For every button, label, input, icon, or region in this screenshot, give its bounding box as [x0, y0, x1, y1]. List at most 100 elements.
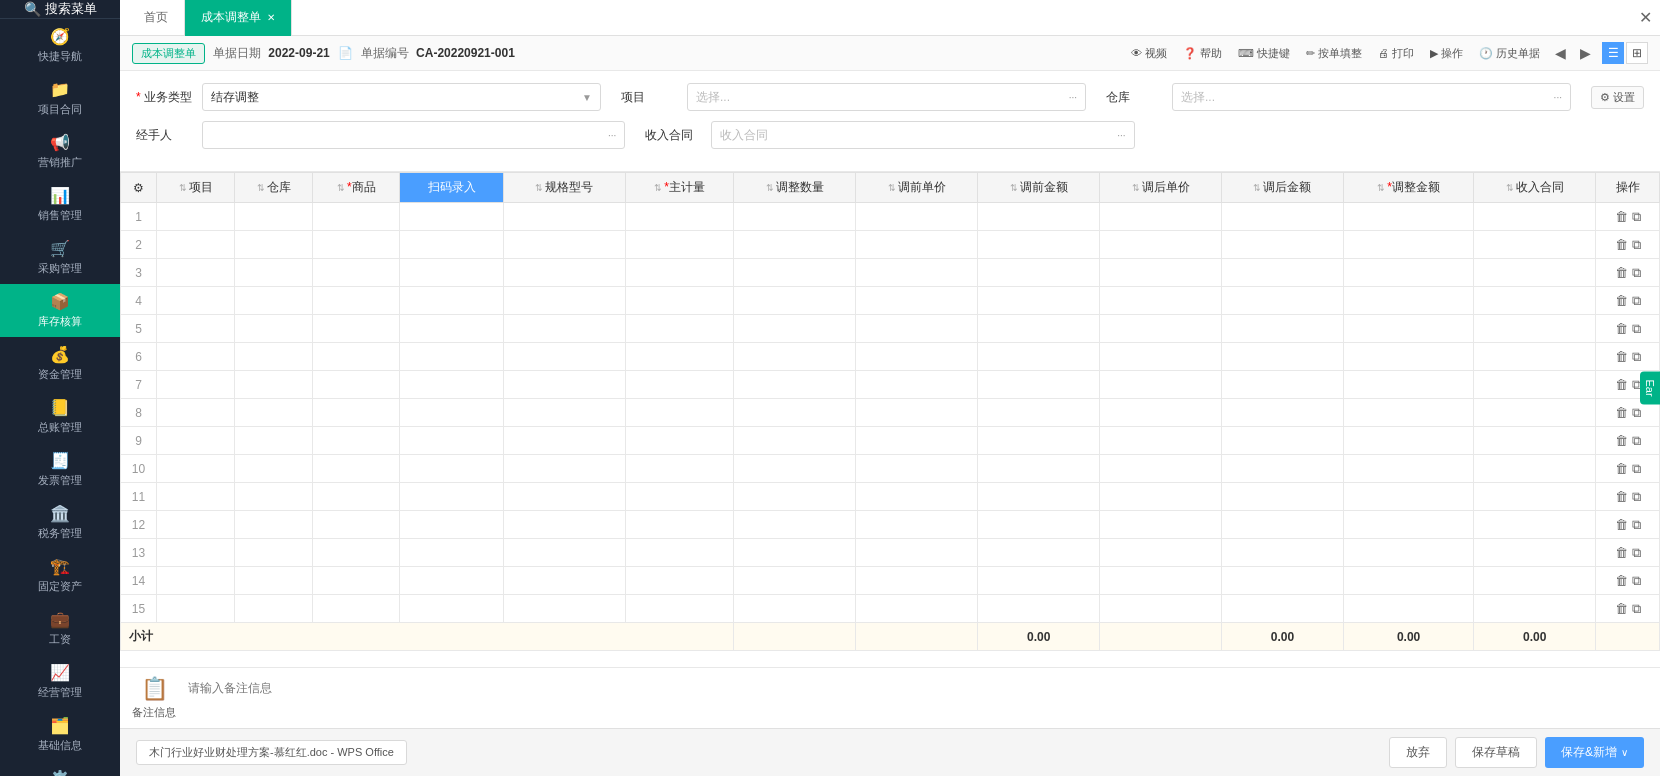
row-before-amount[interactable] [978, 231, 1100, 259]
row-adjust-qty[interactable] [734, 343, 856, 371]
row-copy-icon[interactable]: ⧉ [1632, 461, 1641, 477]
row-after-price[interactable] [1100, 427, 1222, 455]
row-warehouse[interactable] [235, 483, 313, 511]
operate-btn[interactable]: ▶ 操作 [1426, 44, 1467, 63]
row-spec[interactable] [503, 315, 625, 343]
row-delete-icon[interactable]: 🗑 [1615, 573, 1628, 588]
row-delete-icon[interactable]: 🗑 [1615, 601, 1628, 616]
row-unit[interactable] [625, 427, 734, 455]
row-delete-icon[interactable]: 🗑 [1615, 489, 1628, 504]
row-income-contract[interactable] [1474, 595, 1596, 623]
row-copy-icon[interactable]: ⧉ [1632, 265, 1641, 281]
row-before-amount[interactable] [978, 483, 1100, 511]
row-before-price[interactable] [856, 539, 978, 567]
tab-home[interactable]: 首页 [128, 0, 185, 36]
right-edge-tab[interactable]: Ear [1640, 371, 1660, 404]
row-spec[interactable] [503, 371, 625, 399]
row-copy-icon[interactable]: ⧉ [1632, 517, 1641, 533]
row-adjust-amount[interactable] [1343, 231, 1473, 259]
row-income-contract[interactable] [1474, 287, 1596, 315]
row-income-contract[interactable] [1474, 259, 1596, 287]
row-project[interactable] [157, 511, 235, 539]
row-adjust-qty[interactable] [734, 595, 856, 623]
row-before-price[interactable] [856, 455, 978, 483]
row-delete-icon[interactable]: 🗑 [1615, 349, 1628, 364]
row-after-price[interactable] [1100, 567, 1222, 595]
grid-view-btn[interactable]: ⊞ [1626, 42, 1648, 64]
row-adjust-qty[interactable] [734, 511, 856, 539]
nav-prev-btn[interactable]: ◀ [1552, 45, 1569, 61]
row-project[interactable] [157, 427, 235, 455]
row-warehouse[interactable] [235, 371, 313, 399]
row-project[interactable] [157, 567, 235, 595]
handler-input[interactable]: ··· [202, 121, 625, 149]
row-warehouse[interactable] [235, 567, 313, 595]
row-warehouse[interactable] [235, 511, 313, 539]
row-delete-icon[interactable]: 🗑 [1615, 461, 1628, 476]
row-after-price[interactable] [1100, 371, 1222, 399]
row-adjust-amount[interactable] [1343, 595, 1473, 623]
row-adjust-qty[interactable] [734, 455, 856, 483]
row-warehouse[interactable] [235, 203, 313, 231]
row-product[interactable] [313, 539, 400, 567]
row-before-amount[interactable] [978, 567, 1100, 595]
col-settings[interactable]: ⚙ [121, 173, 157, 203]
row-unit[interactable] [625, 567, 734, 595]
settings-button[interactable]: ⚙ 设置 [1591, 86, 1644, 109]
sidebar-item-salary[interactable]: 💼工资 [0, 602, 120, 655]
row-adjust-qty[interactable] [734, 399, 856, 427]
row-spec[interactable] [503, 511, 625, 539]
row-after-price[interactable] [1100, 231, 1222, 259]
shortcut-btn[interactable]: ⌨ 快捷键 [1234, 44, 1294, 63]
row-spec[interactable] [503, 595, 625, 623]
row-warehouse[interactable] [235, 539, 313, 567]
row-delete-icon[interactable]: 🗑 [1615, 321, 1628, 336]
row-project[interactable] [157, 315, 235, 343]
row-adjust-qty[interactable] [734, 259, 856, 287]
row-after-price[interactable] [1100, 287, 1222, 315]
sidebar-item-inventory[interactable]: 📦库存核算 [0, 284, 120, 337]
row-adjust-amount[interactable] [1343, 427, 1473, 455]
row-project[interactable] [157, 259, 235, 287]
row-scan[interactable] [400, 567, 504, 595]
row-income-contract[interactable] [1474, 483, 1596, 511]
row-copy-icon[interactable]: ⧉ [1632, 321, 1641, 337]
sidebar-item-operations[interactable]: 📈经营管理 [0, 655, 120, 708]
row-delete-icon[interactable]: 🗑 [1615, 209, 1628, 224]
row-copy-icon[interactable]: ⧉ [1632, 405, 1641, 421]
row-before-price[interactable] [856, 595, 978, 623]
sidebar-item-invoice-mgmt[interactable]: 🧾发票管理 [0, 443, 120, 496]
row-after-amount[interactable] [1222, 259, 1344, 287]
row-before-amount[interactable] [978, 427, 1100, 455]
row-before-price[interactable] [856, 511, 978, 539]
row-adjust-amount[interactable] [1343, 287, 1473, 315]
col-scan[interactable]: 扫码录入 [400, 173, 504, 203]
row-before-price[interactable] [856, 315, 978, 343]
project-input[interactable]: 选择... ··· [687, 83, 1086, 111]
row-project[interactable] [157, 231, 235, 259]
row-delete-icon[interactable]: 🗑 [1615, 433, 1628, 448]
window-close-button[interactable]: ✕ [1639, 8, 1652, 27]
row-product[interactable] [313, 343, 400, 371]
row-scan[interactable] [400, 399, 504, 427]
row-unit[interactable] [625, 203, 734, 231]
sidebar-item-sales-mgmt[interactable]: 📊销售管理 [0, 178, 120, 231]
row-adjust-amount[interactable] [1343, 567, 1473, 595]
footer-task-item[interactable]: 木门行业好业财处理方案-慕红红.doc - WPS Office [136, 740, 407, 765]
sidebar-item-purchase-mgmt[interactable]: 🛒采购管理 [0, 231, 120, 284]
row-income-contract[interactable] [1474, 371, 1596, 399]
row-project[interactable] [157, 595, 235, 623]
row-product[interactable] [313, 287, 400, 315]
row-unit[interactable] [625, 511, 734, 539]
row-product[interactable] [313, 511, 400, 539]
row-adjust-amount[interactable] [1343, 315, 1473, 343]
row-warehouse[interactable] [235, 259, 313, 287]
row-after-amount[interactable] [1222, 399, 1344, 427]
row-copy-icon[interactable]: ⧉ [1632, 209, 1641, 225]
sidebar-item-system-mgmt[interactable]: ⚙️系统管理 [0, 761, 120, 776]
tab-close-icon[interactable]: ✕ [267, 12, 275, 23]
row-after-price[interactable] [1100, 511, 1222, 539]
row-after-amount[interactable] [1222, 371, 1344, 399]
row-before-amount[interactable] [978, 539, 1100, 567]
row-after-price[interactable] [1100, 343, 1222, 371]
